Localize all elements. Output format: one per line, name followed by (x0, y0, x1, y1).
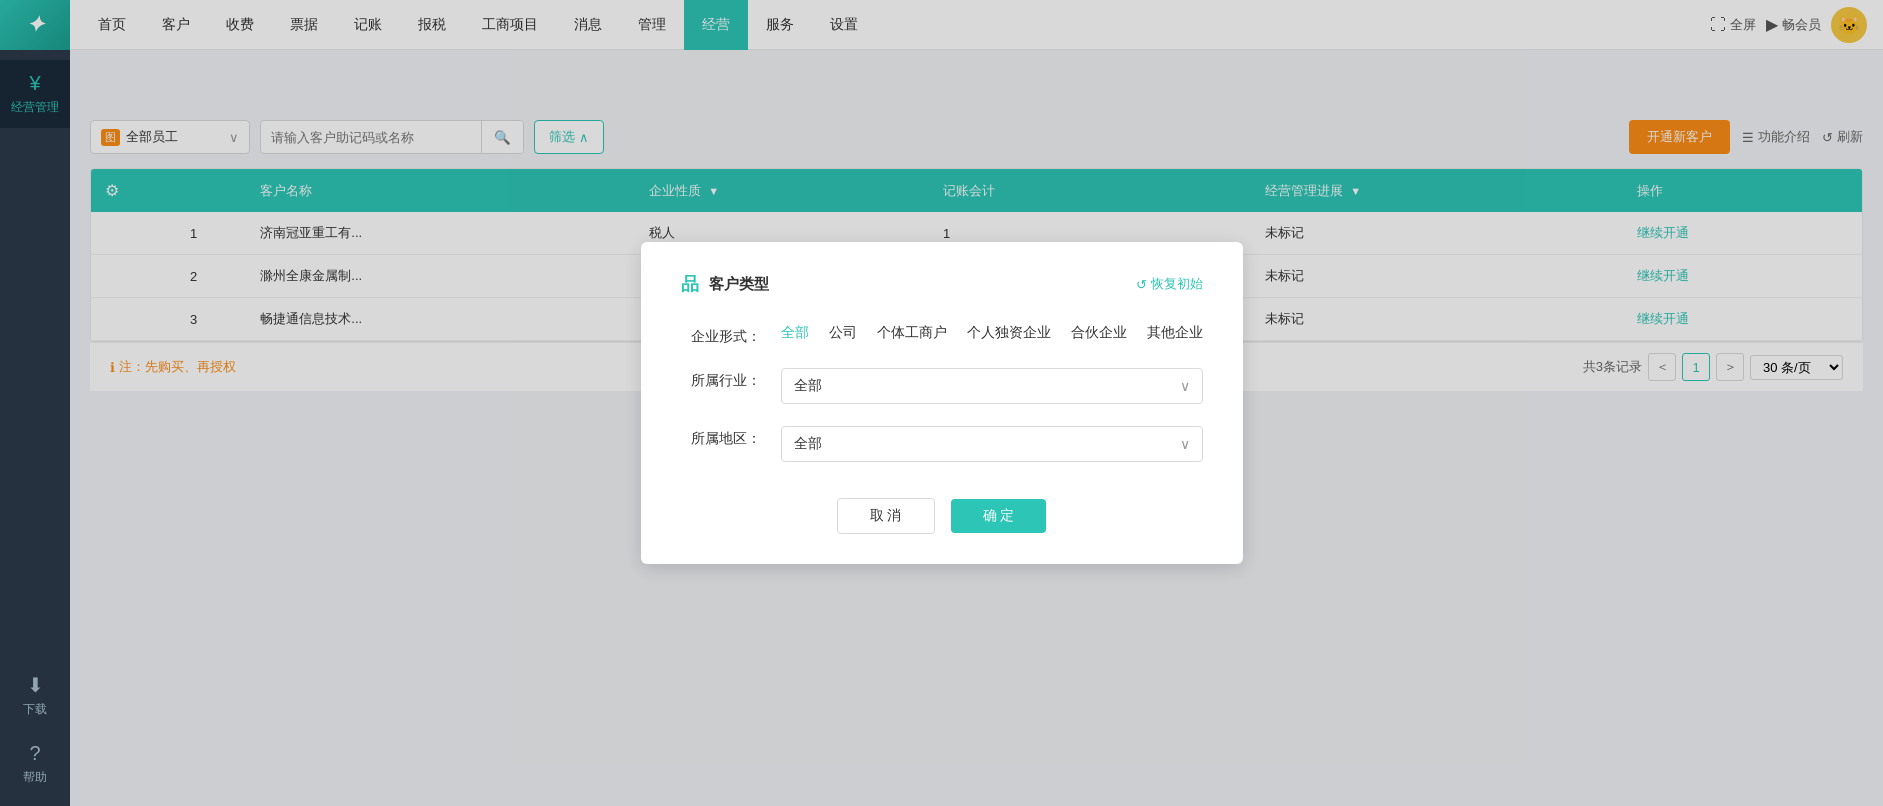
modal-overlay: 品 客户类型 ↺ 恢复初始 企业形式： 全部 公司 个体工商户 个人独资企业 合… (0, 0, 1883, 806)
industry-field: 所属行业： 全部 ∨ (681, 368, 1203, 404)
industry-chevron-icon: ∨ (1180, 378, 1190, 394)
region-field: 所属地区： 全部 ∨ (681, 426, 1203, 462)
reset-button[interactable]: ↺ 恢复初始 (1136, 275, 1203, 293)
region-select-container: 全部 ∨ (781, 426, 1203, 462)
company-type-options: 全部 公司 个体工商户 个人独资企业 合伙企业 其他企业 (781, 324, 1203, 342)
company-form-label: 企业形式： (681, 324, 761, 346)
type-option-sole[interactable]: 个人独资企业 (967, 324, 1051, 342)
cancel-button[interactable]: 取 消 (837, 498, 935, 534)
industry-label: 所属行业： (681, 368, 761, 390)
modal-footer: 取 消 确 定 (681, 498, 1203, 534)
industry-value: 全部 (794, 377, 822, 395)
modal-title-text: 客户类型 (709, 275, 769, 294)
modal-header: 品 客户类型 ↺ 恢复初始 (681, 272, 1203, 296)
industry-select-container: 全部 ∨ (781, 368, 1203, 404)
type-option-all[interactable]: 全部 (781, 324, 809, 342)
company-types-container: 全部 公司 个体工商户 个人独资企业 合伙企业 其他企业 (781, 324, 1203, 342)
region-value: 全部 (794, 435, 822, 453)
reset-icon: ↺ (1136, 277, 1147, 292)
type-option-individual[interactable]: 个体工商户 (877, 324, 947, 342)
region-selector[interactable]: 全部 ∨ (781, 426, 1203, 462)
region-chevron-icon: ∨ (1180, 436, 1190, 452)
company-form-field: 企业形式： 全部 公司 个体工商户 个人独资企业 合伙企业 其他企业 (681, 324, 1203, 346)
cancel-label: 取 消 (870, 507, 902, 523)
type-option-other[interactable]: 其他企业 (1147, 324, 1203, 342)
filter-modal: 品 客户类型 ↺ 恢复初始 企业形式： 全部 公司 个体工商户 个人独资企业 合… (641, 242, 1243, 564)
type-option-partnership[interactable]: 合伙企业 (1071, 324, 1127, 342)
region-label: 所属地区： (681, 426, 761, 448)
modal-title: 品 客户类型 (681, 272, 769, 296)
reset-label: 恢复初始 (1151, 275, 1203, 293)
confirm-label: 确 定 (983, 507, 1015, 523)
industry-selector[interactable]: 全部 ∨ (781, 368, 1203, 404)
type-option-company[interactable]: 公司 (829, 324, 857, 342)
confirm-button[interactable]: 确 定 (951, 499, 1047, 533)
modal-title-icon: 品 (681, 272, 699, 296)
